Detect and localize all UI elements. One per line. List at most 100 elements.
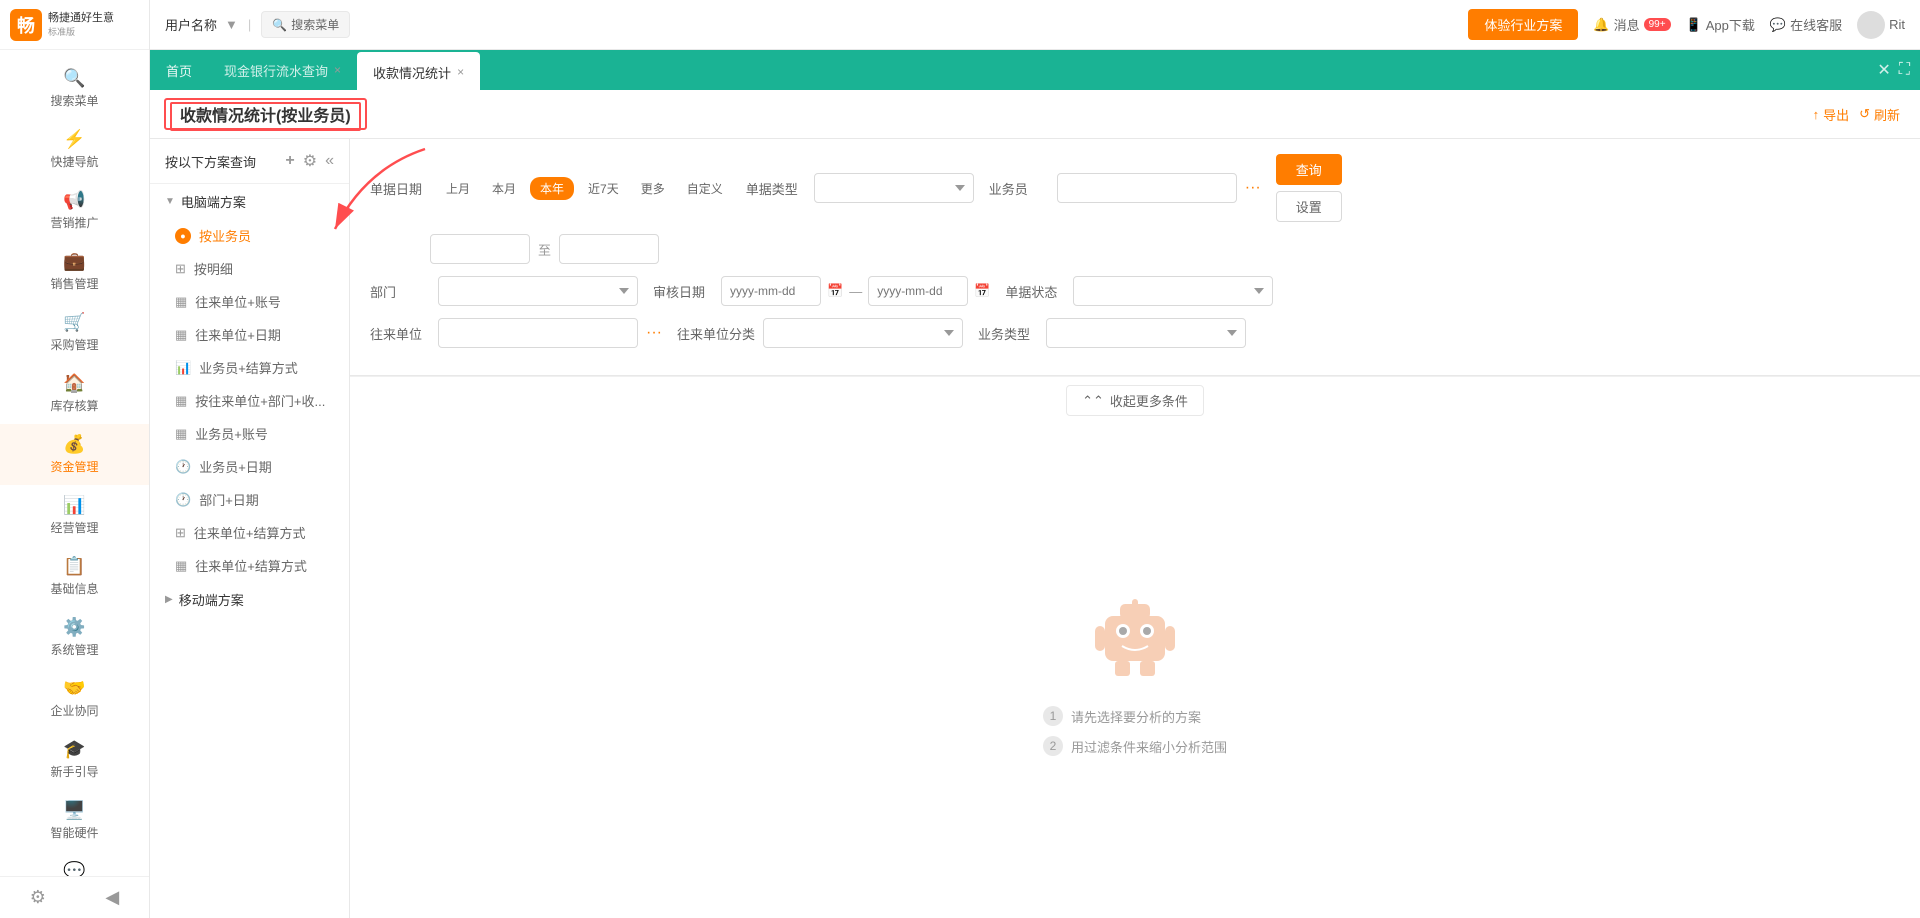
sidebar-item-quick-nav[interactable]: ⚡ 快捷导航 (0, 119, 149, 180)
sidebar-item-inventory[interactable]: 🏠 库存核算 (0, 363, 149, 424)
page-title-container: 收款情况统计(按业务员) (170, 102, 361, 126)
setting-button[interactable]: 设置 (1276, 191, 1342, 222)
sidebar-item-search-menu[interactable]: 🔍 搜索菜单 (0, 58, 149, 119)
counterpart-input[interactable] (438, 318, 638, 348)
tab-close-all-icon[interactable]: ✕ (1877, 60, 1890, 80)
logo-icon: 畅 (10, 9, 42, 41)
tab-maximize-icon[interactable]: ⛶ (1899, 61, 1910, 79)
tab-receipt-stats-close-icon[interactable]: × (457, 65, 464, 79)
date-range-separator: 至 (538, 240, 551, 259)
last-7-days-btn[interactable]: 近7天 (580, 177, 627, 200)
filter-sp-date-icon: 🕐 (175, 459, 191, 475)
filter-section-desktop: ▼ 电脑端方案 ● 按业务员 ⊞ 按明细 ▦ 往来单位+账号 (150, 184, 349, 582)
filter-item-dept-date[interactable]: 🕐 部门+日期 (150, 483, 349, 516)
filter-desktop-header[interactable]: ▼ 电脑端方案 (150, 184, 349, 219)
sidebar-item-guide[interactable]: 🎓 新手引导 (0, 729, 149, 790)
last-month-btn[interactable]: 上月 (438, 177, 478, 200)
sidebar-bottom: ⚙ ◀ (0, 876, 149, 918)
sidebar-item-hardware[interactable]: 🖥️ 智能硬件 (0, 790, 149, 851)
filter-item-by-salesperson[interactable]: ● 按业务员 (150, 219, 349, 252)
counterpart-dots-button[interactable]: ··· (646, 324, 662, 342)
filter-add-button[interactable]: + (285, 152, 294, 170)
sidebar-nav: 🔍 搜索菜单 ⚡ 快捷导航 📢 营销推广 💼 销售管理 🛒 采购管理 🏠 库存核… (0, 50, 149, 876)
filter-mobile-header[interactable]: ▶ 移动端方案 (150, 582, 349, 617)
filter-item-salesperson-settlement[interactable]: 📊 业务员+结算方式 (150, 351, 349, 384)
filter-item-unit-dept-collect[interactable]: ▦ 按往来单位+部门+收... (150, 384, 349, 417)
filter-item-unit-account[interactable]: ▦ 往来单位+账号 (150, 285, 349, 318)
audit-date-from-input[interactable] (721, 276, 821, 306)
sidebar-item-system[interactable]: ⚙️ 系统管理 (0, 607, 149, 668)
custom-btn[interactable]: 自定义 (679, 177, 731, 200)
online-service-item[interactable]: 💬 在线客服 (1770, 15, 1842, 34)
filter-item-unit-settlement2[interactable]: ▦ 往来单位+结算方式 (150, 549, 349, 582)
filter-item-unit-date[interactable]: ▦ 往来单位+日期 (150, 318, 349, 351)
filter-detail-icon: ⊞ (175, 261, 186, 277)
sidebar-item-operations[interactable]: 📊 经营管理 (0, 485, 149, 546)
tab-bank-flow[interactable]: 现金银行流水查询 × (208, 50, 357, 90)
filter-panel-actions: + ⚙ « (285, 151, 334, 171)
notification-item[interactable]: 🔔 消息 99+ (1593, 15, 1670, 34)
filter-unit-settle1-icon: ⊞ (175, 525, 186, 541)
voucher-type-select[interactable] (814, 173, 974, 203)
counterpart-type-select[interactable] (763, 318, 963, 348)
filter-item-label: 业务员+日期 (199, 457, 272, 476)
sidebar-item-sales[interactable]: 💼 销售管理 (0, 241, 149, 302)
filter-item-label: 业务员+结算方式 (199, 358, 298, 377)
tab-home[interactable]: 首页 (150, 50, 208, 90)
date-range-row: 2023-01-01 至 2023-12-31 (370, 234, 1900, 264)
filter-collapse-button[interactable]: « (325, 152, 334, 170)
filter-item-by-detail[interactable]: ⊞ 按明细 (150, 252, 349, 285)
sidebar-item-finance[interactable]: 💰 资金管理 (0, 424, 149, 485)
voucher-status-select[interactable] (1073, 276, 1273, 306)
search-buttons: 查询 设置 (1276, 154, 1342, 222)
date-from-input[interactable]: 2023-01-01 (430, 234, 530, 264)
search-menu-icon: 🔍 (63, 68, 85, 89)
export-button[interactable]: ↑ 导出 (1813, 105, 1850, 124)
online-service-label: 在线客服 (1790, 15, 1842, 34)
query-button[interactable]: 查询 (1276, 154, 1342, 185)
filter-unit-account-icon: ▦ (175, 294, 187, 310)
salesperson-input[interactable] (1057, 173, 1237, 203)
sidebar-item-enterprise[interactable]: 🤝 企业协同 (0, 668, 149, 729)
search-row-1: 单据日期 上月 本月 本年 近7天 更多 自定义 单据类型 (370, 154, 1900, 222)
sidebar-settings-icon[interactable]: ⚙ (30, 887, 46, 908)
sidebar-collapse-icon[interactable]: ◀ (105, 887, 119, 908)
more-btn[interactable]: 更多 (633, 177, 673, 200)
business-type-select[interactable] (1046, 318, 1246, 348)
tab-receipt-stats[interactable]: 收款情况统计 × (357, 52, 480, 92)
sidebar-item-label: 基础信息 (50, 580, 98, 597)
sidebar-item-basic[interactable]: 📋 基础信息 (0, 546, 149, 607)
calendar-from-icon[interactable]: 📅 (827, 283, 843, 299)
refresh-button[interactable]: ↺ 刷新 (1859, 105, 1900, 124)
filter-gear-button[interactable]: ⚙ (303, 151, 317, 171)
this-year-btn[interactable]: 本年 (530, 177, 574, 200)
salesperson-field: 业务员 ··· (989, 173, 1261, 203)
breadcrumb-text: 用户名称 (165, 15, 217, 34)
app-download-item[interactable]: 📱 App下载 (1686, 15, 1755, 34)
filter-panel-header: 按以下方案查询 + ⚙ « (150, 139, 349, 184)
search-menu-button[interactable]: 🔍 搜索菜单 (261, 11, 350, 38)
collapse-button[interactable]: ⌃⌃ 收起更多条件 (1066, 385, 1204, 416)
filter-item-salesperson-account[interactable]: ▦ 业务员+账号 (150, 417, 349, 450)
trial-button[interactable]: 体验行业方案 (1468, 9, 1578, 40)
search-row-2: 部门 审核日期 📅 — 📅 (370, 276, 1900, 306)
content-area: 收款情况统计(按业务员) ↑ 导出 ↺ 刷新 按以下方案查询 (150, 90, 1920, 918)
filter-mobile-label: 移动端方案 (179, 590, 244, 609)
sidebar-item-purchase[interactable]: 🛒 采购管理 (0, 302, 149, 363)
voucher-status-label: 单据状态 (1005, 282, 1065, 301)
audit-date-to-input[interactable] (868, 276, 968, 306)
sidebar-item-wechat[interactable]: 💬 企业微信 (0, 851, 149, 876)
tab-bank-flow-close-icon[interactable]: × (334, 63, 341, 77)
sidebar-item-label: 采购管理 (50, 336, 98, 353)
dept-field: 部门 (370, 276, 638, 306)
date-to-input[interactable]: 2023-12-31 (559, 234, 659, 264)
filter-item-unit-settlement1[interactable]: ⊞ 往来单位+结算方式 (150, 516, 349, 549)
this-month-btn[interactable]: 本月 (484, 177, 524, 200)
salesperson-dots-button[interactable]: ··· (1245, 179, 1261, 197)
sidebar-item-marketing[interactable]: 📢 营销推广 (0, 180, 149, 241)
filter-item-salesperson-date[interactable]: 🕐 业务员+日期 (150, 450, 349, 483)
calendar-to-icon[interactable]: 📅 (974, 283, 990, 299)
dept-select[interactable] (438, 276, 638, 306)
user-avatar-area[interactable]: Rit (1857, 11, 1905, 39)
logo-name: 畅捷通好生意 (48, 11, 114, 25)
